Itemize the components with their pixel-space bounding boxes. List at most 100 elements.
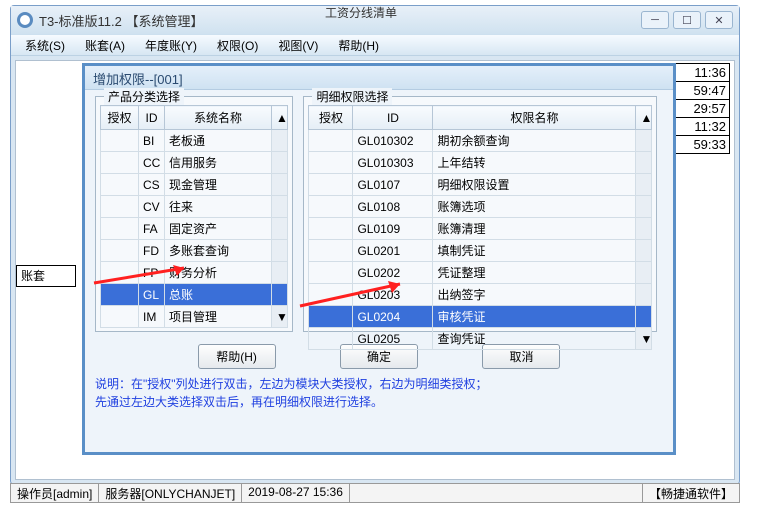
col-auth[interactable]: 授权 xyxy=(101,106,139,130)
cell-name: 信用服务 xyxy=(165,152,272,174)
table-row[interactable]: GL0204审核凭证 xyxy=(309,306,652,328)
scroll-track[interactable] xyxy=(636,284,652,306)
scroll-track[interactable] xyxy=(636,174,652,196)
scroll-track[interactable] xyxy=(272,262,288,284)
col-id[interactable]: ID xyxy=(139,106,165,130)
scroll-track[interactable] xyxy=(272,240,288,262)
scroll-track[interactable] xyxy=(272,174,288,196)
table-row[interactable]: GL0108账簿选项 xyxy=(309,196,652,218)
scroll-track[interactable] xyxy=(636,196,652,218)
cell-name: 查询凭证 xyxy=(433,328,636,350)
scroll-track[interactable] xyxy=(272,218,288,240)
cell-auth[interactable] xyxy=(101,284,139,306)
scroll-track[interactable] xyxy=(636,240,652,262)
scroll-track[interactable] xyxy=(272,196,288,218)
table-row[interactable]: CV往来 xyxy=(101,196,288,218)
col-name[interactable]: 系统名称 xyxy=(165,106,272,130)
minimize-button[interactable]: ─ xyxy=(641,11,669,29)
table-row[interactable]: GL0201填制凭证 xyxy=(309,240,652,262)
help-button[interactable]: 帮助(H) xyxy=(198,344,276,369)
cell-auth[interactable] xyxy=(309,262,353,284)
scroll-track[interactable] xyxy=(636,262,652,284)
table-row[interactable]: GL0202凭证整理 xyxy=(309,262,652,284)
cell-auth[interactable] xyxy=(101,240,139,262)
table-row[interactable]: FD多账套查询 xyxy=(101,240,288,262)
menu-help[interactable]: 帮助(H) xyxy=(328,35,389,56)
cell-auth[interactable] xyxy=(309,130,353,152)
table-row[interactable]: GL总账 xyxy=(101,284,288,306)
scroll-track[interactable] xyxy=(636,218,652,240)
table-row[interactable]: CS现金管理 xyxy=(101,174,288,196)
permission-dialog: 增加权限--[001] 产品分类选择 授权 ID 系统名称 ▲ BI老板通CC信… xyxy=(82,63,676,455)
cell-auth[interactable] xyxy=(101,152,139,174)
cell-auth[interactable] xyxy=(101,196,139,218)
cell-id: GL0202 xyxy=(353,262,433,284)
time-row: 11:36 xyxy=(675,63,730,82)
cell-auth[interactable] xyxy=(309,328,353,350)
scroll-up-icon[interactable]: ▲ xyxy=(636,106,652,130)
cell-name: 账簿选项 xyxy=(433,196,636,218)
cell-auth[interactable] xyxy=(101,218,139,240)
scroll-track[interactable] xyxy=(636,306,652,328)
cell-auth[interactable] xyxy=(101,130,139,152)
table-row[interactable]: CC信用服务 xyxy=(101,152,288,174)
cell-auth[interactable] xyxy=(309,240,353,262)
cell-name: 老板通 xyxy=(165,130,272,152)
scroll-up-icon[interactable]: ▲ xyxy=(272,106,288,130)
dialog-title: 增加权限--[001] xyxy=(85,66,673,90)
table-row[interactable]: GL0203出纳签字 xyxy=(309,284,652,306)
cell-auth[interactable] xyxy=(309,306,353,328)
group-left-legend: 产品分类选择 xyxy=(104,88,184,105)
col-id[interactable]: ID xyxy=(353,106,433,130)
cell-id: FA xyxy=(139,218,165,240)
maximize-button[interactable]: ☐ xyxy=(673,11,701,29)
close-button[interactable]: ✕ xyxy=(705,11,733,29)
cell-id: GL0201 xyxy=(353,240,433,262)
table-row[interactable]: GL0109账簿清理 xyxy=(309,218,652,240)
cell-id: GL0107 xyxy=(353,174,433,196)
cell-auth[interactable] xyxy=(101,306,139,328)
table-row[interactable]: FP财务分析 xyxy=(101,262,288,284)
cell-auth[interactable] xyxy=(309,284,353,306)
scroll-track[interactable]: ▼ xyxy=(636,328,652,350)
left-grid[interactable]: 授权 ID 系统名称 ▲ BI老板通CC信用服务CS现金管理CV往来FA固定资产… xyxy=(100,105,288,328)
dialog-note: 说明：在"授权"列处进行双击，左边为模块大类授权，右边为明细类授权； 先通过左边… xyxy=(95,375,663,411)
table-row[interactable]: GL0107明细权限设置 xyxy=(309,174,652,196)
table-row[interactable]: GL010303上年结转 xyxy=(309,152,652,174)
side-tab-ledger[interactable]: 账套 xyxy=(16,265,76,287)
right-grid[interactable]: 授权 ID 权限名称 ▲ GL010302期初余额查询GL010303上年结转G… xyxy=(308,105,652,350)
scroll-track[interactable] xyxy=(636,130,652,152)
table-row[interactable]: GL010302期初余额查询 xyxy=(309,130,652,152)
main-window: 工资分线清单 T3-标准版11.2 【系统管理】 ─ ☐ ✕ 系统(S) 账套(… xyxy=(10,5,740,485)
scroll-track[interactable] xyxy=(272,152,288,174)
cell-name: 凭证整理 xyxy=(433,262,636,284)
col-auth[interactable]: 授权 xyxy=(309,106,353,130)
cell-name: 明细权限设置 xyxy=(433,174,636,196)
table-row[interactable]: FA固定资产 xyxy=(101,218,288,240)
cell-name: 项目管理 xyxy=(165,306,272,328)
time-row: 29:57 xyxy=(675,100,730,118)
cell-auth[interactable] xyxy=(309,218,353,240)
menu-year[interactable]: 年度账(Y) xyxy=(135,35,207,56)
scroll-track[interactable] xyxy=(272,130,288,152)
scroll-track[interactable] xyxy=(636,152,652,174)
menu-ledger[interactable]: 账套(A) xyxy=(75,35,135,56)
cell-id: GL xyxy=(139,284,165,306)
col-name[interactable]: 权限名称 xyxy=(433,106,636,130)
scroll-track[interactable] xyxy=(272,284,288,306)
cell-auth[interactable] xyxy=(309,152,353,174)
table-row[interactable]: IM项目管理▼ xyxy=(101,306,288,328)
cell-auth[interactable] xyxy=(309,174,353,196)
menu-perm[interactable]: 权限(O) xyxy=(207,35,268,56)
status-server: 服务器[ONLYCHANJET] xyxy=(98,483,242,503)
table-row[interactable]: GL0205查询凭证▼ xyxy=(309,328,652,350)
table-row[interactable]: BI老板通 xyxy=(101,130,288,152)
scroll-track[interactable]: ▼ xyxy=(272,306,288,328)
cell-auth[interactable] xyxy=(101,262,139,284)
header-strip: 工资分线清单 xyxy=(161,4,561,18)
cell-name: 现金管理 xyxy=(165,174,272,196)
cell-auth[interactable] xyxy=(309,196,353,218)
cell-auth[interactable] xyxy=(101,174,139,196)
menu-system[interactable]: 系统(S) xyxy=(15,35,75,56)
menu-view[interactable]: 视图(V) xyxy=(268,35,328,56)
